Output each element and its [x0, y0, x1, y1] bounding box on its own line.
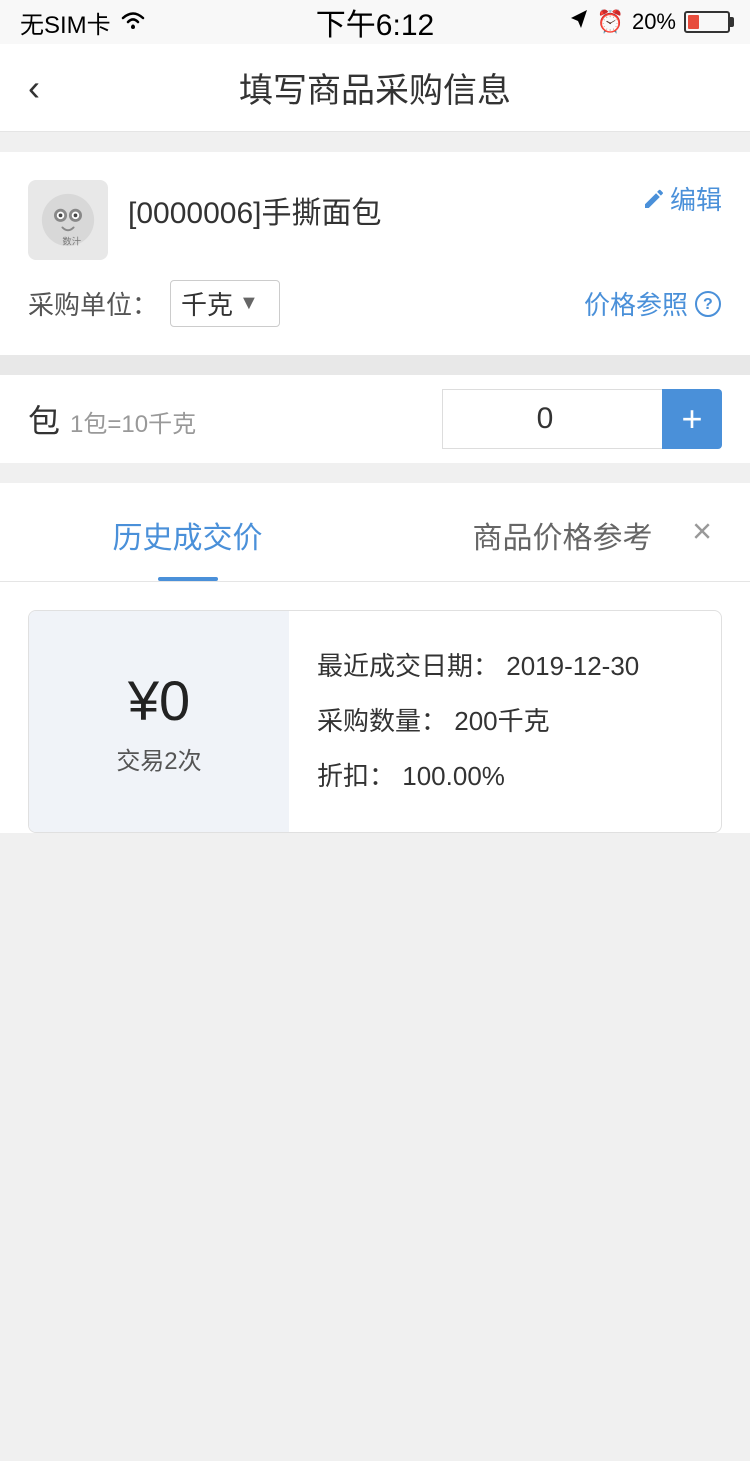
quantity-label: 包 1包=10千克	[28, 396, 196, 442]
unit-left: 采购单位： 千克 ▼	[28, 280, 280, 327]
purchase-qty-row: 采购数量： 200千克	[317, 702, 693, 741]
quantity-increment-button[interactable]: +	[662, 389, 722, 449]
recent-date-value: 2019-12-30	[506, 651, 639, 681]
history-card: ¥0 交易2次 最近成交日期： 2019-12-30 采购数量： 200千克 折…	[28, 610, 722, 833]
quantity-input[interactable]	[442, 389, 662, 449]
unit-select[interactable]: 千克 ▼	[170, 280, 280, 327]
wifi-icon	[119, 8, 147, 37]
back-button[interactable]: ‹	[28, 67, 40, 109]
price-reference-button[interactable]: 价格参照 ?	[584, 285, 722, 322]
status-time: 下午6:12	[316, 0, 434, 44]
discount-value: 100.00%	[402, 761, 505, 791]
battery-icon	[684, 11, 730, 33]
purchase-qty-label: 采购数量：	[317, 706, 447, 736]
carrier-label: 无SIM卡	[20, 5, 111, 40]
status-bar: 无SIM卡 下午6:12 ⏰ 20%	[0, 0, 750, 44]
history-price-value: ¥0	[128, 668, 190, 733]
product-section: 数汁 [0000006]手撕面包 编辑 采购单位： 千克 ▼ 价格参照	[0, 152, 750, 355]
tabs-header: 历史成交价 商品价格参考 ×	[0, 483, 750, 582]
recent-date-row: 最近成交日期： 2019-12-30	[317, 647, 693, 686]
history-details: 最近成交日期： 2019-12-30 采购数量： 200千克 折扣： 100.0…	[289, 611, 721, 832]
discount-label: 折扣：	[317, 761, 395, 791]
location-icon	[569, 8, 589, 36]
svg-text:数汁: 数汁	[62, 235, 81, 246]
alarm-icon: ⏰	[597, 9, 624, 35]
svg-text:?: ?	[703, 296, 713, 313]
recent-date-label: 最近成交日期：	[317, 651, 499, 681]
battery-percent: 20%	[632, 9, 676, 35]
quantity-conversion: 1包=10千克	[70, 404, 196, 439]
history-price-left: ¥0 交易2次	[29, 611, 289, 832]
edit-button[interactable]: 编辑	[642, 180, 722, 217]
tab-history-price[interactable]: 历史成交价	[0, 483, 375, 581]
product-logo: 数汁	[28, 180, 108, 260]
dropdown-arrow-icon: ▼	[239, 292, 259, 315]
product-unit-row: 采购单位： 千克 ▼ 价格参照 ?	[28, 280, 722, 327]
page-title: 填写商品采购信息	[239, 63, 511, 112]
quantity-unit: 包	[28, 396, 60, 442]
purchase-qty-value: 200千克	[454, 706, 549, 736]
nav-bar: ‹ 填写商品采购信息	[0, 44, 750, 132]
quantity-input-area: +	[442, 389, 722, 449]
history-trade-count: 交易2次	[116, 741, 201, 776]
product-name: [0000006]手撕面包	[128, 180, 381, 232]
unit-label: 采购单位：	[28, 285, 158, 322]
content-area	[0, 861, 750, 1461]
section-divider	[0, 355, 750, 375]
tab-close-button[interactable]: ×	[682, 503, 722, 562]
status-right: ⏰ 20%	[569, 8, 730, 36]
product-header: 数汁 [0000006]手撕面包 编辑	[28, 180, 722, 260]
tabs-section: 历史成交价 商品价格参考 × ¥0 交易2次 最近成交日期： 2019-12-3…	[0, 483, 750, 833]
status-left: 无SIM卡	[20, 5, 147, 40]
discount-row: 折扣： 100.00%	[317, 757, 693, 796]
product-info: 数汁 [0000006]手撕面包	[28, 180, 381, 260]
quantity-section: 包 1包=10千克 +	[0, 375, 750, 463]
